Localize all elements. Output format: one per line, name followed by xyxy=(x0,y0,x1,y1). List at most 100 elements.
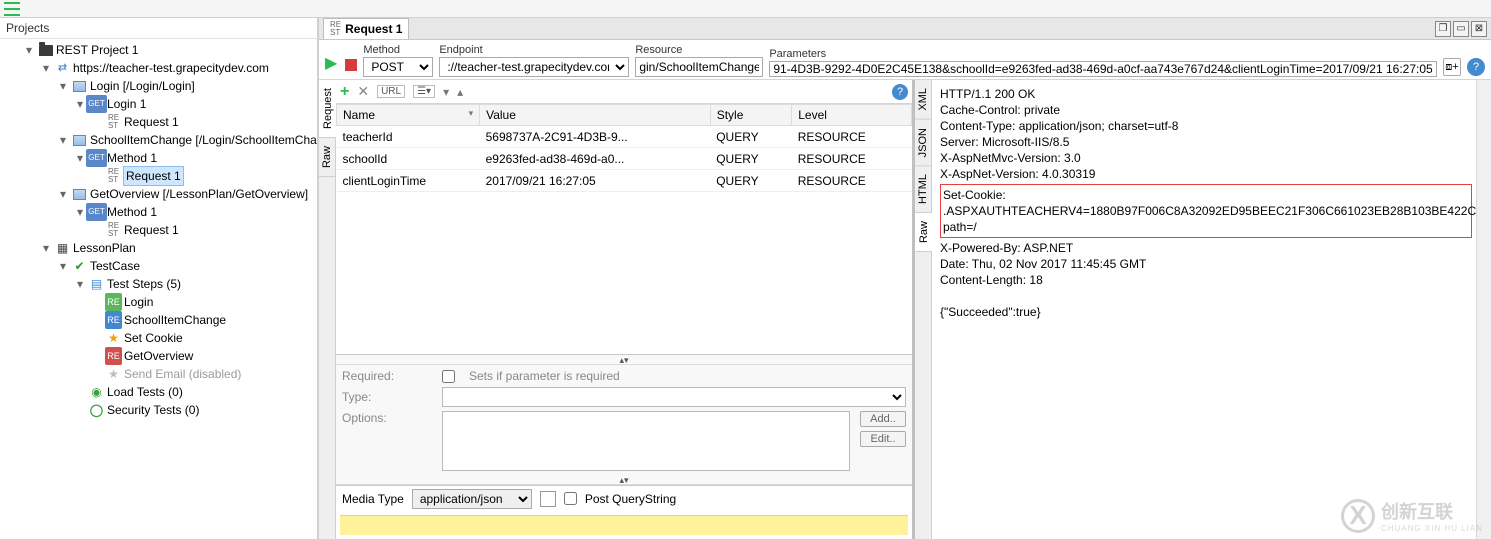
tree-request-selected[interactable]: RESTRequest 1 xyxy=(91,167,317,185)
maximize-button[interactable]: ▭ xyxy=(1453,21,1469,37)
rest-icon: REST xyxy=(106,169,121,184)
rest-step-icon: RE xyxy=(106,313,121,328)
response-raw-tab[interactable]: Raw xyxy=(915,213,932,252)
tree-overview-group[interactable]: ▾GetOverview [/LessonPlan/GetOverview] xyxy=(57,185,317,203)
restore-button[interactable]: ❐ xyxy=(1435,21,1451,37)
close-button[interactable]: ⊠ xyxy=(1471,21,1487,37)
tree-label: Method 1 xyxy=(107,203,157,221)
help-button[interactable]: ? xyxy=(1467,58,1485,76)
required-label: Required: xyxy=(342,369,432,383)
tree-label: Request 1 xyxy=(124,113,179,131)
edit-button[interactable]: Edit.. xyxy=(860,431,906,447)
method-select[interactable]: POST xyxy=(363,57,433,77)
media-type-select[interactable]: application/json xyxy=(412,489,532,509)
url-button[interactable]: URL xyxy=(377,85,405,98)
help-button[interactable]: ? xyxy=(892,84,908,100)
tree-loadtests[interactable]: Load Tests (0) xyxy=(74,383,317,401)
add-button[interactable]: Add.. xyxy=(860,411,906,427)
collapse-icon[interactable]: ▾ xyxy=(74,149,86,167)
pane-handle[interactable]: ▴▾ xyxy=(336,475,912,485)
table-row[interactable]: teacherId5698737A-2C91-4D3B-9...QUERYRES… xyxy=(337,126,912,148)
star-icon xyxy=(106,331,121,346)
col-level[interactable]: Level xyxy=(792,105,912,126)
tree-sectests[interactable]: Security Tests (0) xyxy=(74,401,317,419)
post-qs-label: Post QueryString xyxy=(585,492,676,506)
tree-step-overview[interactable]: REGetOverview xyxy=(91,347,317,365)
xml-button[interactable]: ☰▾ xyxy=(413,85,435,98)
chevron-right-icon[interactable]: ▴ xyxy=(457,85,463,99)
resource-input[interactable] xyxy=(635,57,763,77)
tree-host[interactable]: ▾⇄https://teacher-test.grapecitydev.com xyxy=(40,59,317,77)
tree-label: SchoolItemChange xyxy=(124,311,226,329)
tree-label: Test Steps (5) xyxy=(107,275,181,293)
method-icon: GET xyxy=(89,151,104,166)
response-text[interactable]: HTTP/1.1 200 OKCache-Control: privateCon… xyxy=(932,80,1476,539)
stop-button[interactable] xyxy=(345,59,357,71)
options-input[interactable] xyxy=(442,411,850,471)
tree-overview-method[interactable]: ▾GETMethod 1 xyxy=(74,203,317,221)
tree-label: Method 1 xyxy=(107,149,157,167)
raw-tab[interactable]: Raw xyxy=(319,138,335,177)
post-qs-checkbox[interactable] xyxy=(564,492,577,505)
required-checkbox[interactable] xyxy=(442,370,455,383)
rest-icon: REST xyxy=(106,223,121,238)
col-name[interactable]: Name▾ xyxy=(337,105,480,126)
tree-label: LessonPlan xyxy=(73,239,136,257)
add-row-button[interactable]: + xyxy=(340,83,349,101)
run-button[interactable]: ▶ xyxy=(321,53,339,77)
star-icon xyxy=(106,367,121,382)
editor-tab[interactable]: REST Request 1 xyxy=(323,18,409,39)
type-select[interactable] xyxy=(442,387,906,407)
add-param-button[interactable]: ⧈+ xyxy=(1443,58,1461,76)
tree-testcase[interactable]: ▾TestCase xyxy=(57,257,317,275)
scrollbar[interactable] xyxy=(1476,80,1491,539)
collapse-icon[interactable]: ▾ xyxy=(57,185,69,203)
tree-request[interactable]: RESTRequest 1 xyxy=(91,221,317,239)
response-xml-tab[interactable]: XML xyxy=(915,80,931,120)
collapse-icon[interactable]: ▾ xyxy=(74,203,86,221)
tree-request[interactable]: RESTRequest 1 xyxy=(91,113,317,131)
tree-label: Request 1 xyxy=(124,221,179,239)
collapse-icon[interactable]: ▾ xyxy=(23,41,35,59)
suite-icon xyxy=(55,241,70,256)
rest-step-icon: RE xyxy=(106,295,121,310)
table-row[interactable]: schoolIde9263fed-ad38-469d-a0...QUERYRES… xyxy=(337,148,912,170)
tree-login-group[interactable]: ▾Login [/Login/Login] xyxy=(57,77,317,95)
request-tab[interactable]: Request xyxy=(319,80,336,138)
method-icon: GET xyxy=(89,205,104,220)
collapse-icon[interactable]: ▾ xyxy=(74,275,86,293)
tree-step-login[interactable]: RELogin xyxy=(91,293,317,311)
tab-title: Request 1 xyxy=(345,22,402,36)
body-editor[interactable] xyxy=(340,515,908,535)
pane-handle[interactable]: ▴▾ xyxy=(336,355,912,365)
media-button[interactable] xyxy=(540,491,556,507)
response-json-tab[interactable]: JSON xyxy=(915,120,931,166)
collapse-icon[interactable]: ▾ xyxy=(57,257,69,275)
params-input[interactable] xyxy=(769,61,1437,77)
collapse-icon[interactable]: ▾ xyxy=(74,95,86,113)
tree-step-school[interactable]: RESchoolItemChange xyxy=(91,311,317,329)
tree-method1[interactable]: ▾GETMethod 1 xyxy=(74,149,317,167)
col-value[interactable]: Value xyxy=(480,105,711,126)
tree-steps[interactable]: ▾▤Test Steps (5) xyxy=(74,275,317,293)
tree-label: Login 1 xyxy=(107,95,146,113)
col-style[interactable]: Style xyxy=(710,105,792,126)
tree-step-cookie[interactable]: Set Cookie xyxy=(91,329,317,347)
collapse-icon[interactable]: ▾ xyxy=(57,77,69,95)
collapse-icon[interactable]: ▾ xyxy=(57,131,69,149)
response-html-tab[interactable]: HTML xyxy=(915,166,931,213)
collapse-icon[interactable]: ▾ xyxy=(40,59,52,77)
endpoint-select[interactable]: ://teacher-test.grapecitydev.com xyxy=(439,57,629,77)
table-row[interactable]: clientLoginTime2017/09/21 16:27:05QUERYR… xyxy=(337,170,912,192)
params-table: Name▾ Value Style Level teacherId5698737… xyxy=(336,104,912,354)
chevron-left-icon[interactable]: ▾ xyxy=(443,85,449,99)
tree-root[interactable]: ▾REST Project 1 xyxy=(23,41,317,59)
tree-school-group[interactable]: ▾SchoolItemChange [/Login/SchoolItemCha xyxy=(57,131,317,149)
tree-login1[interactable]: ▾GETLogin 1 xyxy=(74,95,317,113)
endpoint-label: Endpoint xyxy=(439,44,629,56)
collapse-icon[interactable]: ▾ xyxy=(40,239,52,257)
tree-lessonplan[interactable]: ▾ LessonPlan xyxy=(40,239,317,257)
menu-icon[interactable] xyxy=(4,2,20,16)
delete-row-button[interactable]: ✕ xyxy=(357,83,369,100)
tree-step-email[interactable]: Send Email (disabled) xyxy=(91,365,317,383)
